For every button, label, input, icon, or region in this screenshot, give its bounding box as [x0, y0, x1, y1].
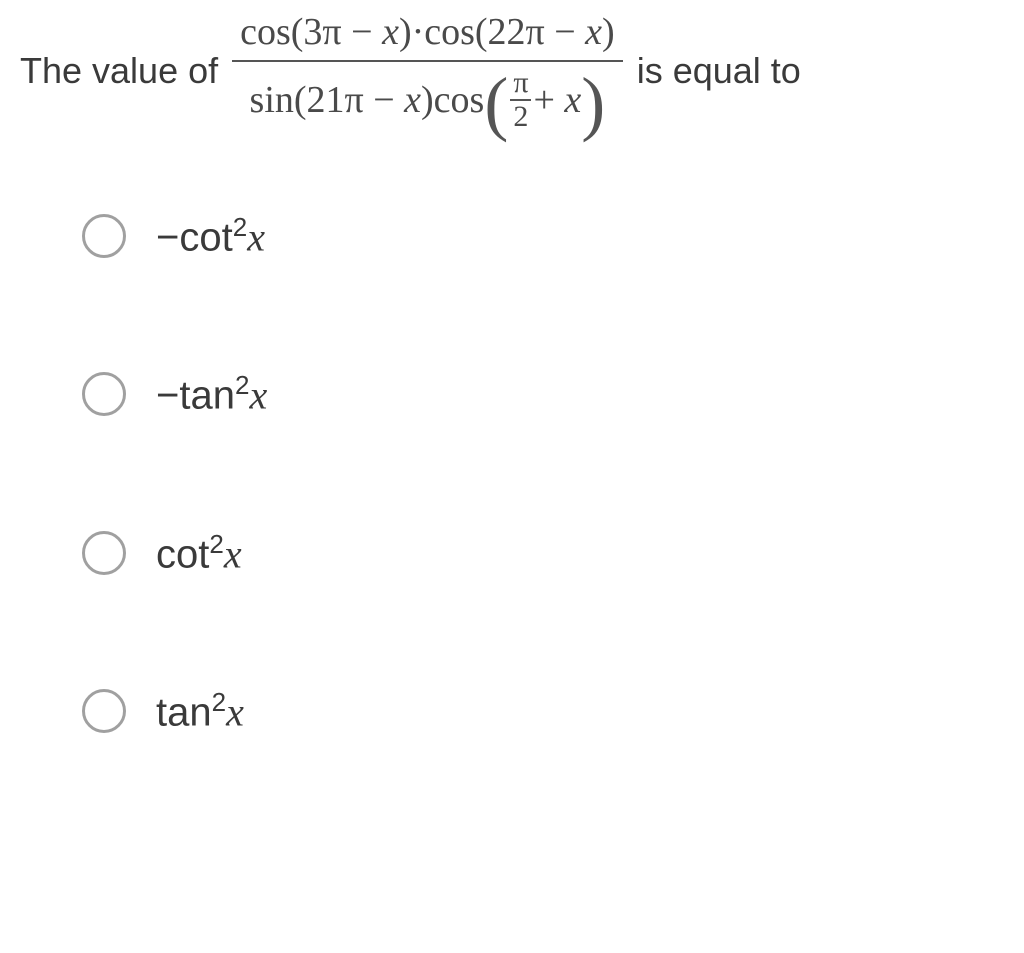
option-b[interactable]: −tan2x — [82, 370, 1004, 418]
option-a[interactable]: −cot2x — [82, 212, 1004, 260]
denominator: sin(21π − x)cos ( π 2 + x ) — [242, 62, 614, 132]
inner-fraction: π 2 — [510, 68, 531, 132]
option-d[interactable]: tan2x — [82, 687, 1004, 735]
radio-icon[interactable] — [82, 689, 126, 733]
expression-fraction: cos(3π − x)·cos(22π − x) sin(21π − x)cos… — [232, 10, 623, 132]
option-b-label: −tan2x — [156, 370, 267, 418]
radio-icon[interactable] — [82, 372, 126, 416]
question-prompt: The value of cos(3π − x)·cos(22π − x) si… — [20, 10, 1004, 132]
option-c[interactable]: cot2x — [82, 529, 1004, 577]
option-d-label: tan2x — [156, 687, 244, 735]
option-c-label: cot2x — [156, 529, 242, 577]
question-prefix: The value of — [20, 50, 218, 92]
radio-icon[interactable] — [82, 214, 126, 258]
numerator: cos(3π − x)·cos(22π − x) — [232, 10, 623, 62]
option-a-label: −cot2x — [156, 212, 265, 260]
question-suffix: is equal to — [637, 50, 801, 92]
radio-icon[interactable] — [82, 531, 126, 575]
options-list: −cot2x −tan2x cot2x tan2x — [20, 212, 1004, 735]
